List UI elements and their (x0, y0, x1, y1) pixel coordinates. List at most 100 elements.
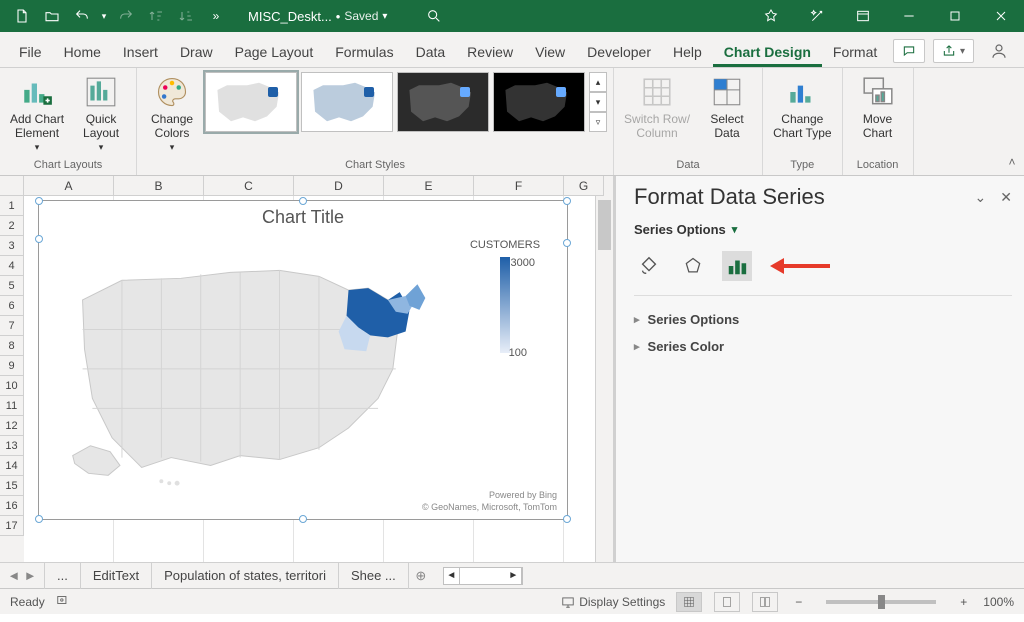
vertical-scrollbar[interactable] (595, 196, 613, 562)
redo-icon[interactable] (112, 2, 140, 30)
sheet-tab-overflow[interactable]: ... (44, 563, 81, 589)
cells-grid[interactable]: Chart Title (24, 196, 595, 562)
col-header[interactable]: D (294, 176, 384, 196)
expander-series-color[interactable]: ▸Series Color (634, 333, 1012, 360)
new-file-icon[interactable] (8, 2, 36, 30)
row-header[interactable]: 17 (0, 516, 24, 536)
view-page-break-button[interactable] (752, 592, 778, 612)
move-chart-button[interactable]: Move Chart (849, 72, 907, 142)
display-settings-button[interactable]: Display Settings (561, 595, 665, 609)
expander-series-options[interactable]: ▸Series Options (634, 306, 1012, 333)
zoom-out-button[interactable]: − (789, 595, 808, 609)
select-data-button[interactable]: Select Data (698, 72, 756, 142)
chart-style-4[interactable] (493, 72, 585, 132)
panel-dropdown-icon[interactable]: ⌄ (975, 189, 987, 206)
resize-handle[interactable] (563, 197, 571, 205)
search-button[interactable] (417, 2, 451, 30)
row-header[interactable]: 10 (0, 376, 24, 396)
col-header[interactable]: G (564, 176, 604, 196)
resize-handle[interactable] (563, 239, 571, 247)
resize-handle[interactable] (35, 197, 43, 205)
tab-review[interactable]: Review (456, 36, 524, 67)
row-header[interactable]: 2 (0, 216, 24, 236)
change-chart-type-button[interactable]: Change Chart Type (769, 72, 835, 142)
row-header[interactable]: 8 (0, 336, 24, 356)
ribbon-display-icon[interactable] (840, 0, 886, 32)
row-header[interactable]: 11 (0, 396, 24, 416)
magic-icon[interactable] (794, 0, 840, 32)
col-header[interactable]: B (114, 176, 204, 196)
zoom-in-button[interactable]: + (954, 595, 973, 609)
sort-asc-icon[interactable] (142, 2, 170, 30)
row-header[interactable]: 7 (0, 316, 24, 336)
row-header[interactable]: 16 (0, 496, 24, 516)
styles-scroll-down[interactable]: ▾ (589, 92, 607, 112)
row-header[interactable]: 3 (0, 236, 24, 256)
sheet-tab[interactable]: Shee ... (339, 563, 409, 589)
row-header[interactable]: 13 (0, 436, 24, 456)
effects-tab-icon[interactable] (678, 251, 708, 281)
collapse-ribbon-icon[interactable]: ˄ (1000, 68, 1024, 175)
tab-file[interactable]: File (8, 36, 53, 67)
col-header[interactable]: A (24, 176, 114, 196)
account-icon[interactable] (982, 39, 1016, 63)
row-header[interactable]: 1 (0, 196, 24, 216)
col-header[interactable]: E (384, 176, 474, 196)
minimize-button[interactable] (886, 0, 932, 32)
comments-button[interactable] (893, 39, 925, 63)
tab-formulas[interactable]: Formulas (324, 36, 404, 67)
styles-more[interactable]: ▿ (589, 112, 607, 132)
row-header[interactable]: 6 (0, 296, 24, 316)
row-header[interactable]: 12 (0, 416, 24, 436)
view-normal-button[interactable] (676, 592, 702, 612)
select-all-corner[interactable] (0, 176, 24, 196)
tab-home[interactable]: Home (53, 36, 112, 67)
tab-view[interactable]: View (524, 36, 576, 67)
resize-handle[interactable] (35, 235, 43, 243)
tab-chart-design[interactable]: Chart Design (713, 36, 822, 67)
document-title[interactable]: MISC_Deskt... • Saved ▾ (248, 9, 387, 24)
chart-style-3[interactable] (397, 72, 489, 132)
chart-title[interactable]: Chart Title (39, 201, 567, 230)
tab-data[interactable]: Data (405, 36, 457, 67)
sheet-tab[interactable]: EditText (81, 563, 152, 589)
add-sheet-button[interactable]: ⊕ (409, 568, 433, 584)
resize-handle[interactable] (563, 515, 571, 523)
resize-handle[interactable] (35, 515, 43, 523)
tab-draw[interactable]: Draw (169, 36, 224, 67)
quick-layout-button[interactable]: Quick Layout▾ (72, 72, 130, 156)
sheet-nav[interactable]: ◄ ► (0, 568, 44, 583)
map-plot-area[interactable] (53, 239, 447, 489)
view-page-layout-button[interactable] (714, 592, 740, 612)
col-header[interactable]: F (474, 176, 564, 196)
premium-icon[interactable] (748, 0, 794, 32)
col-header[interactable]: C (204, 176, 294, 196)
chart-style-1[interactable] (205, 72, 297, 132)
tab-format[interactable]: Format (822, 36, 888, 67)
resize-handle[interactable] (299, 515, 307, 523)
row-header[interactable]: 5 (0, 276, 24, 296)
chart-legend[interactable]: CUSTOMERS 3000 100 (455, 239, 555, 359)
macro-record-icon[interactable] (55, 593, 71, 610)
row-header[interactable]: 4 (0, 256, 24, 276)
zoom-slider[interactable] (826, 600, 936, 604)
fill-line-tab-icon[interactable] (634, 251, 664, 281)
tab-developer[interactable]: Developer (576, 36, 662, 67)
sort-desc-icon[interactable] (172, 2, 200, 30)
share-button[interactable]: ▾ (933, 39, 974, 63)
chart-style-2[interactable] (301, 72, 393, 132)
horizontal-scrollbar[interactable]: ◄► (443, 567, 523, 585)
undo-icon[interactable] (68, 2, 96, 30)
panel-close-icon[interactable]: ✕ (1000, 189, 1012, 206)
row-header[interactable]: 15 (0, 476, 24, 496)
undo-dropdown-icon[interactable]: ▾ (98, 2, 110, 30)
close-button[interactable] (978, 0, 1024, 32)
row-header[interactable]: 14 (0, 456, 24, 476)
series-options-tab-icon[interactable] (722, 251, 752, 281)
change-colors-button[interactable]: Change Colors▾ (143, 72, 201, 156)
series-options-dropdown[interactable]: Series Options (634, 222, 726, 237)
maximize-button[interactable] (932, 0, 978, 32)
resize-handle[interactable] (299, 197, 307, 205)
embedded-chart[interactable]: Chart Title (38, 200, 568, 520)
zoom-level[interactable]: 100% (983, 595, 1014, 609)
